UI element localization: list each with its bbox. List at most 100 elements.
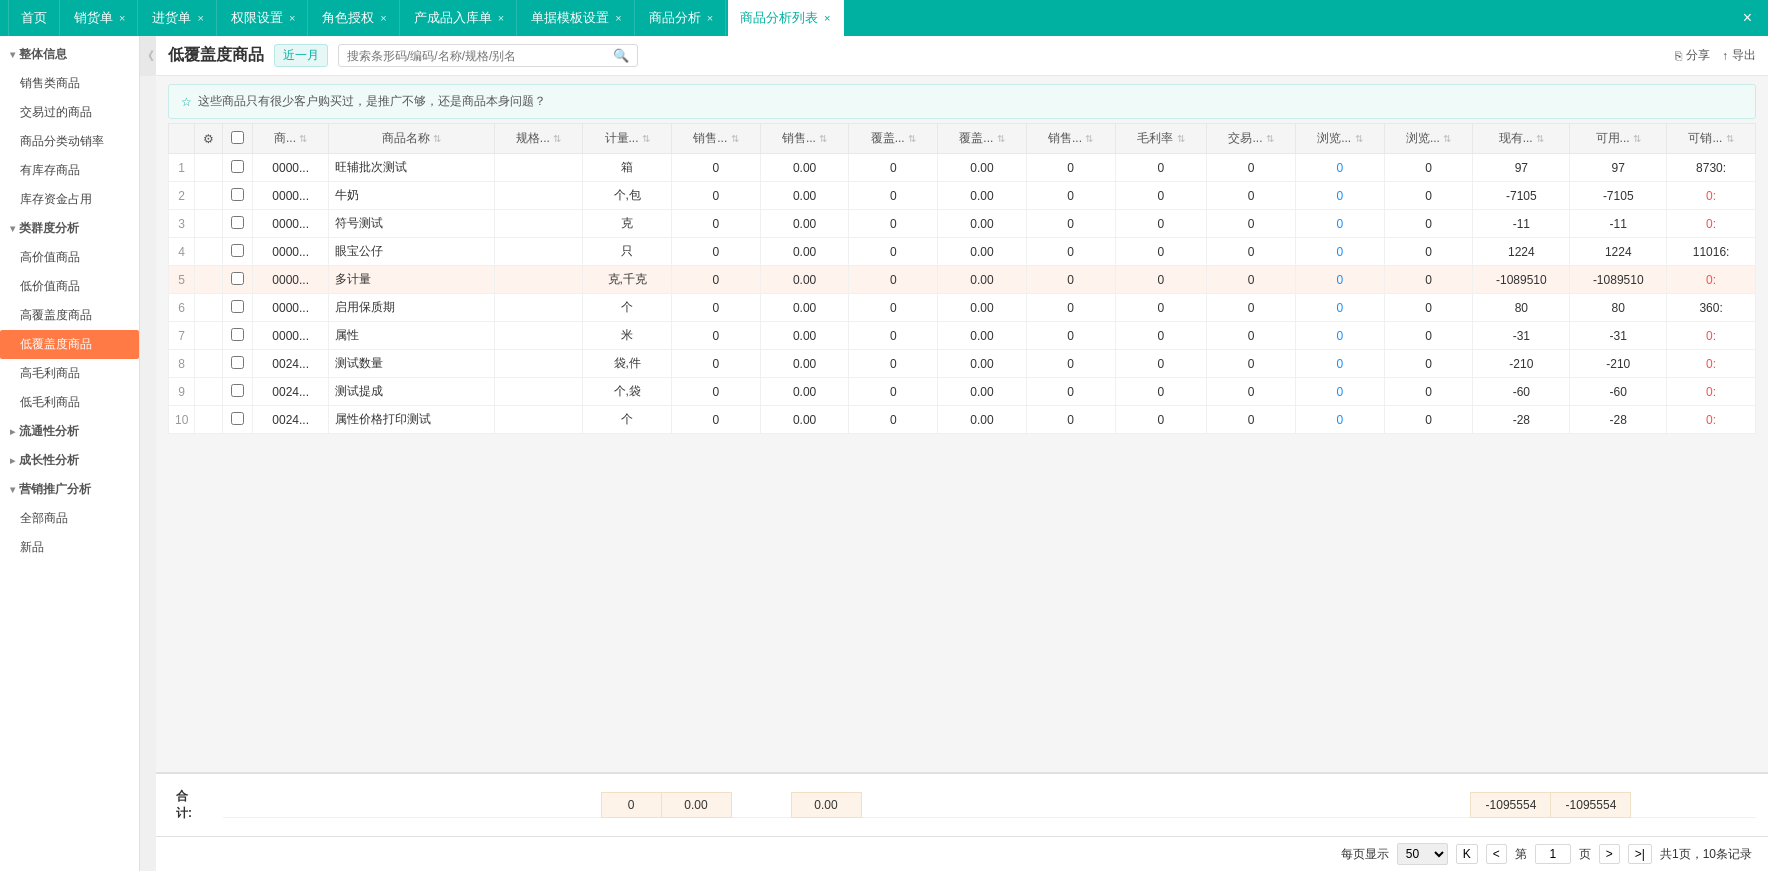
sidebar-group-marketing[interactable]: ▾ 营销推广分析 — [0, 475, 139, 504]
row-view1[interactable]: 0 — [1296, 266, 1385, 294]
nav-product-analysis-list[interactable]: 商品分析列表 × — [728, 0, 843, 36]
nav-product-analysis[interactable]: 商品分析 × — [637, 0, 726, 36]
nav-close-icon[interactable]: × — [615, 12, 621, 24]
search-icon[interactable]: 🔍 — [613, 48, 629, 63]
sort-icon[interactable]: ⇅ — [997, 133, 1005, 144]
sidebar-item-category-rate[interactable]: 商品分类动销率 — [0, 127, 139, 156]
col-checkbox[interactable] — [223, 124, 253, 154]
row-select-checkbox[interactable] — [231, 188, 244, 201]
sort-icon[interactable]: ⇅ — [819, 133, 827, 144]
nav-close-icon[interactable]: × — [824, 12, 830, 24]
sort-icon[interactable]: ⇅ — [1177, 133, 1185, 144]
sort-icon[interactable]: ⇅ — [1443, 133, 1451, 144]
sidebar-item-traded-goods[interactable]: 交易过的商品 — [0, 98, 139, 127]
sidebar-group-growth[interactable]: ▸ 成长性分析 — [0, 446, 139, 475]
sort-icon[interactable]: ⇅ — [1633, 133, 1641, 144]
row-select-checkbox[interactable] — [231, 328, 244, 341]
row-view1[interactable]: 0 — [1296, 322, 1385, 350]
row-view1[interactable]: 0 — [1296, 182, 1385, 210]
sidebar-item-high-margin[interactable]: 高毛利商品 — [0, 359, 139, 388]
nav-home[interactable]: 首页 — [8, 0, 60, 36]
nav-close-icon[interactable]: × — [119, 12, 125, 24]
row-code: 0000... — [253, 154, 329, 182]
sidebar-group-circulation[interactable]: ▸ 流通性分析 — [0, 417, 139, 446]
row-view1[interactable]: 0 — [1296, 406, 1385, 434]
search-input[interactable] — [347, 49, 607, 63]
nav-close-icon[interactable]: × — [498, 12, 504, 24]
sort-icon[interactable]: ⇅ — [1726, 133, 1734, 144]
sidebar-item-new-goods[interactable]: 新品 — [0, 533, 139, 562]
close-all-tabs-button[interactable]: × — [1735, 9, 1760, 27]
sort-icon[interactable]: ⇅ — [642, 133, 650, 144]
select-all-checkbox[interactable] — [231, 131, 244, 144]
sort-icon[interactable]: ⇅ — [1085, 133, 1093, 144]
row-select-checkbox[interactable] — [231, 300, 244, 313]
row-checkbox[interactable] — [223, 294, 253, 322]
row-select-checkbox[interactable] — [231, 384, 244, 397]
last-page-button[interactable]: >| — [1628, 844, 1652, 864]
sidebar-item-low-coverage[interactable]: 低覆盖度商品 — [0, 330, 139, 359]
nav-close-icon[interactable]: × — [197, 12, 203, 24]
nav-close-icon[interactable]: × — [289, 12, 295, 24]
sidebar-group-overview[interactable]: ▾ 整体信息 — [0, 40, 139, 69]
per-page-select[interactable]: 50 100 200 — [1397, 843, 1448, 865]
nav-role-auth[interactable]: 角色授权 × — [310, 0, 399, 36]
row-view1[interactable]: 0 — [1296, 294, 1385, 322]
row-checkbox[interactable] — [223, 350, 253, 378]
sidebar-item-all-goods[interactable]: 全部商品 — [0, 504, 139, 533]
nav-close-icon[interactable]: × — [707, 12, 713, 24]
sort-icon[interactable]: ⇅ — [1266, 133, 1274, 144]
sidebar-item-low-margin[interactable]: 低毛利商品 — [0, 388, 139, 417]
first-page-button[interactable]: K — [1456, 844, 1478, 864]
next-page-button[interactable]: > — [1599, 844, 1620, 864]
row-checkbox[interactable] — [223, 378, 253, 406]
row-view1[interactable]: 0 — [1296, 154, 1385, 182]
sort-icon[interactable]: ⇅ — [553, 133, 561, 144]
prev-page-button[interactable]: < — [1486, 844, 1507, 864]
nav-template-settings[interactable]: 单据模板设置 × — [519, 0, 634, 36]
row-view1[interactable]: 0 — [1296, 378, 1385, 406]
row-select-checkbox[interactable] — [231, 356, 244, 369]
sort-icon[interactable]: ⇅ — [1536, 133, 1544, 144]
sidebar-item-sales-goods[interactable]: 销售类商品 — [0, 69, 139, 98]
row-checkbox[interactable] — [223, 266, 253, 294]
sort-icon[interactable]: ⇅ — [731, 133, 739, 144]
row-select-checkbox[interactable] — [231, 412, 244, 425]
col-settings[interactable]: ⚙ — [195, 124, 223, 154]
row-select-checkbox[interactable] — [231, 244, 244, 257]
row-checkbox[interactable] — [223, 322, 253, 350]
nav-finished-goods[interactable]: 产成品入库单 × — [402, 0, 517, 36]
nav-permission-settings[interactable]: 权限设置 × — [219, 0, 308, 36]
row-unit: 袋,件 — [583, 350, 672, 378]
row-settings — [195, 154, 223, 182]
row-view1[interactable]: 0 — [1296, 238, 1385, 266]
page-number-input[interactable] — [1535, 844, 1571, 864]
row-select-checkbox[interactable] — [231, 272, 244, 285]
row-select-checkbox[interactable] — [231, 160, 244, 173]
sidebar-item-capital-usage[interactable]: 库存资金占用 — [0, 185, 139, 214]
export-button[interactable]: ↑ 导出 — [1722, 47, 1756, 64]
nav-close-icon[interactable]: × — [380, 12, 386, 24]
share-button[interactable]: ⎘ 分享 — [1675, 47, 1710, 64]
row-select-checkbox[interactable] — [231, 216, 244, 229]
row-checkbox[interactable] — [223, 182, 253, 210]
sort-icon[interactable]: ⇅ — [908, 133, 916, 144]
nav-purchase-order[interactable]: 进货单 × — [140, 0, 216, 36]
sort-icon[interactable]: ⇅ — [1355, 133, 1363, 144]
row-checkbox[interactable] — [223, 210, 253, 238]
sidebar-item-high-coverage[interactable]: 高覆盖度商品 — [0, 301, 139, 330]
sidebar-group-cluster[interactable]: ▾ 类群度分析 — [0, 214, 139, 243]
sidebar-item-low-value[interactable]: 低价值商品 — [0, 272, 139, 301]
row-checkbox[interactable] — [223, 238, 253, 266]
nav-sales-order[interactable]: 销货单 × — [62, 0, 138, 36]
row-checkbox[interactable] — [223, 154, 253, 182]
time-filter-badge[interactable]: 近一月 — [274, 44, 328, 67]
row-view1[interactable]: 0 — [1296, 350, 1385, 378]
row-checkbox[interactable] — [223, 406, 253, 434]
sidebar-item-high-value[interactable]: 高价值商品 — [0, 243, 139, 272]
sidebar-item-stock-goods[interactable]: 有库存商品 — [0, 156, 139, 185]
row-view1[interactable]: 0 — [1296, 210, 1385, 238]
sort-icon[interactable]: ⇅ — [433, 133, 441, 144]
sidebar-collapse-button[interactable]: 《 — [140, 36, 156, 76]
sort-icon[interactable]: ⇅ — [299, 133, 307, 144]
